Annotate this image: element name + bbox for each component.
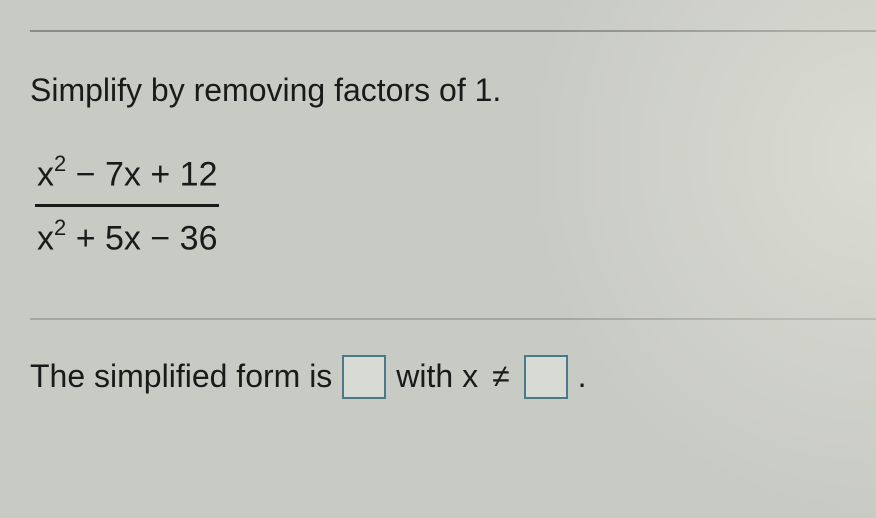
denominator: x2 + 5x − 36: [35, 213, 219, 262]
top-divider: [30, 30, 876, 32]
simplified-form-input[interactable]: [342, 355, 386, 399]
fraction-bar: [35, 204, 219, 207]
answer-middle-text: with x: [396, 358, 478, 395]
problem-prompt: Simplify by removing factors of 1.: [30, 72, 876, 109]
rational-expression: x2 − 7x + 12 x2 + 5x − 36: [35, 149, 219, 263]
period: .: [578, 358, 587, 395]
numerator: x2 − 7x + 12: [35, 149, 219, 198]
answer-prefix-text: The simplified form is: [30, 358, 332, 395]
section-divider: [30, 318, 876, 320]
not-equal-symbol: ≠: [488, 358, 514, 395]
restriction-input[interactable]: [524, 355, 568, 399]
answer-line: The simplified form is with x ≠ .: [30, 355, 876, 399]
